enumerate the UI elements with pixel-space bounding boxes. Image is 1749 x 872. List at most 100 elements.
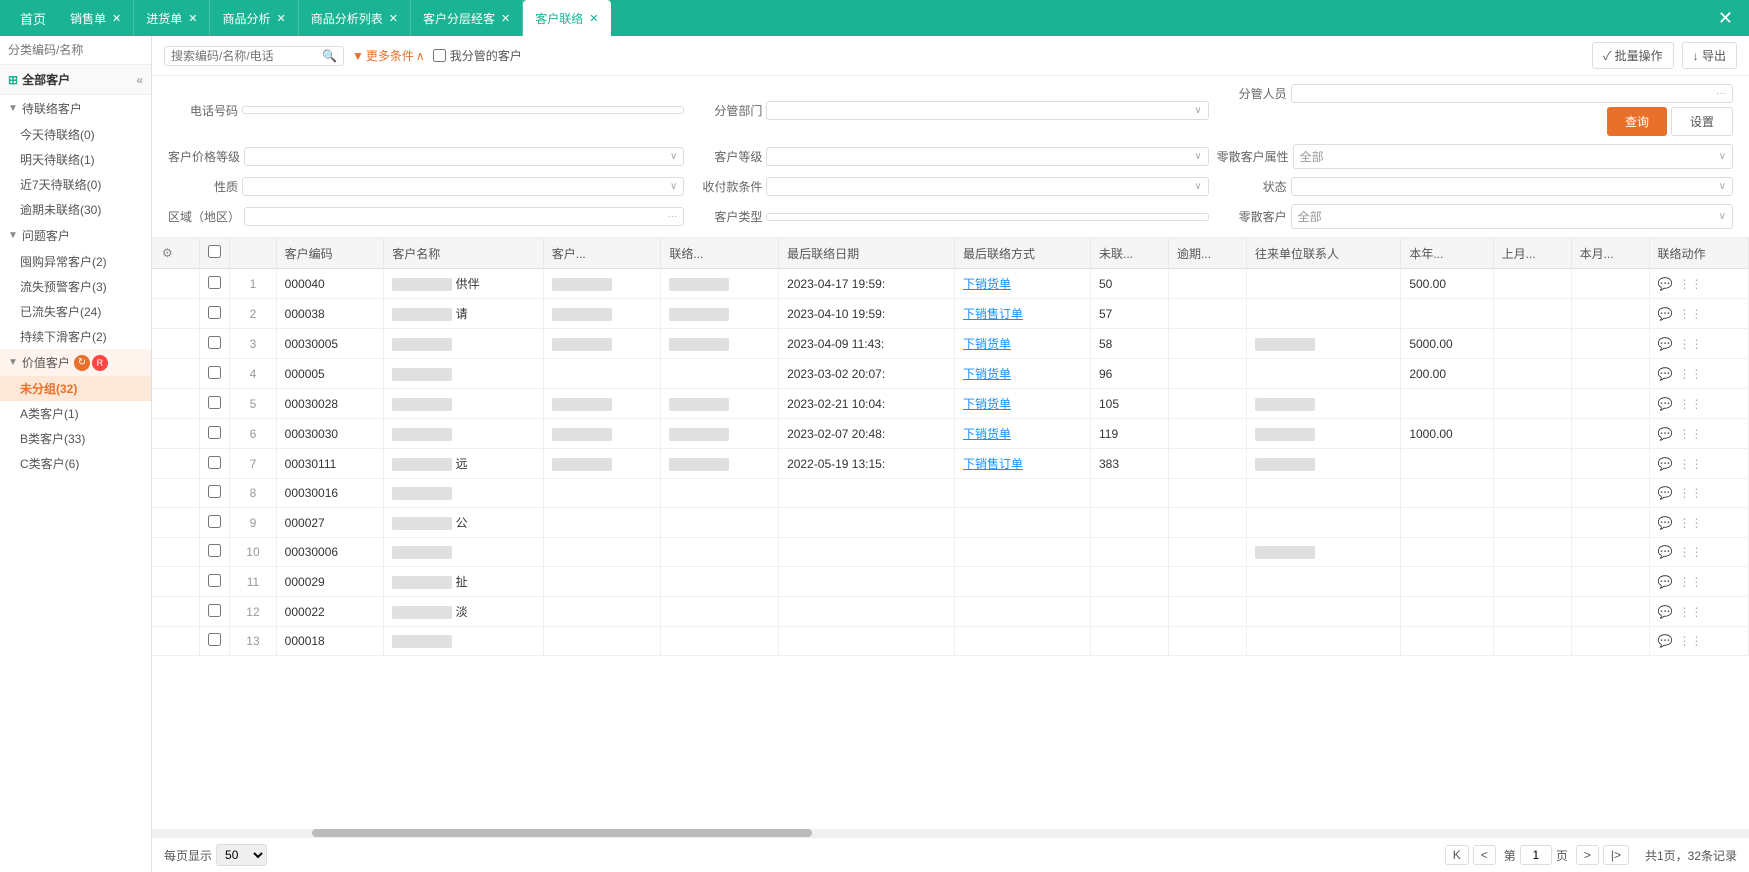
last-method-link[interactable]: 下销售订单 bbox=[963, 457, 1023, 471]
row-checkbox[interactable] bbox=[208, 276, 221, 289]
sidebar-item-tomorrow-pending[interactable]: 明天待联络(1) bbox=[0, 147, 151, 172]
my-customers-check[interactable] bbox=[433, 49, 446, 62]
filter-phone-field[interactable] bbox=[242, 106, 684, 114]
contact-action-icon[interactable]: 💬 bbox=[1658, 457, 1673, 471]
row-checkbox-cell[interactable] bbox=[200, 567, 230, 597]
first-page-btn[interactable]: K bbox=[1445, 845, 1469, 865]
prev-page-btn[interactable]: < bbox=[1473, 845, 1496, 865]
row-checkbox[interactable] bbox=[208, 366, 221, 379]
nav-home[interactable]: 首页 bbox=[8, 9, 58, 28]
query-btn[interactable]: 查询 bbox=[1607, 107, 1667, 136]
window-close-button[interactable]: ✕ bbox=[1710, 8, 1741, 29]
filter-person-field[interactable]: ··· bbox=[1291, 84, 1733, 103]
select-all-checkbox[interactable] bbox=[208, 245, 221, 258]
row-checkbox[interactable] bbox=[208, 456, 221, 469]
contact-action-icon[interactable]: 💬 bbox=[1658, 337, 1673, 351]
nav-tab-analysis[interactable]: 商品分析 ✕ bbox=[210, 0, 298, 36]
contact-action-icon[interactable]: 💬 bbox=[1658, 605, 1673, 619]
row-checkbox[interactable] bbox=[208, 544, 221, 557]
row-checkbox-cell[interactable] bbox=[200, 479, 230, 508]
row-checkbox[interactable] bbox=[208, 515, 221, 528]
nav-tab-customer-tier[interactable]: 客户分层经客 ✕ bbox=[411, 0, 523, 36]
last-method-link[interactable]: 下销售订单 bbox=[963, 307, 1023, 321]
sidebar-group-value-header[interactable]: ▼ 价值客户 ↻ R bbox=[0, 349, 151, 376]
filter-price-field[interactable]: ∨ bbox=[244, 147, 684, 166]
contact-action-icon[interactable]: 💬 bbox=[1658, 367, 1673, 381]
more-action-icon[interactable]: ⋮⋮ bbox=[1679, 634, 1703, 648]
row-checkbox[interactable] bbox=[208, 633, 221, 646]
batch-operation-btn[interactable]: ✓ 批量操作 bbox=[1592, 42, 1674, 69]
horizontal-scrollbar[interactable] bbox=[152, 829, 1749, 837]
more-action-icon[interactable]: ⋮⋮ bbox=[1679, 545, 1703, 559]
row-checkbox-cell[interactable] bbox=[200, 627, 230, 656]
row-checkbox-cell[interactable] bbox=[200, 299, 230, 329]
nav-tab-analysis-list[interactable]: 商品分析列表 ✕ bbox=[299, 0, 411, 36]
row-checkbox-cell[interactable] bbox=[200, 538, 230, 567]
collapse-icon[interactable]: « bbox=[136, 73, 143, 87]
contact-action-icon[interactable]: 💬 bbox=[1658, 516, 1673, 530]
per-page-select[interactable]: 50 100 200 bbox=[216, 844, 267, 866]
close-analysis-tab[interactable]: ✕ bbox=[277, 12, 286, 25]
close-analysis-list-tab[interactable]: ✕ bbox=[389, 12, 398, 25]
sidebar-item-class-c[interactable]: C类客户(6) bbox=[0, 451, 151, 476]
contact-action-icon[interactable]: 💬 bbox=[1658, 427, 1673, 441]
filter-search-input[interactable] bbox=[171, 49, 322, 63]
last-method-link[interactable]: 下销货单 bbox=[963, 337, 1011, 351]
filter-payment-field[interactable]: ∨ bbox=[766, 177, 1208, 196]
gear-btn[interactable]: ⚙ bbox=[160, 244, 175, 262]
more-action-icon[interactable]: ⋮⋮ bbox=[1679, 397, 1703, 411]
close-sales-tab[interactable]: ✕ bbox=[112, 12, 121, 25]
row-checkbox[interactable] bbox=[208, 604, 221, 617]
my-customers-checkbox[interactable]: 我分管的客户 bbox=[433, 47, 522, 64]
row-checkbox-cell[interactable] bbox=[200, 269, 230, 299]
row-checkbox-cell[interactable] bbox=[200, 359, 230, 389]
sidebar-item-class-a[interactable]: A类客户(1) bbox=[0, 401, 151, 426]
contact-action-icon[interactable]: 💬 bbox=[1658, 277, 1673, 291]
customer-code-col-header[interactable]: 客户编码 bbox=[276, 238, 384, 269]
page-input[interactable] bbox=[1520, 845, 1552, 865]
sidebar-item-abnormal[interactable]: 囤购异常客户(2) bbox=[0, 249, 151, 274]
close-tier-tab[interactable]: ✕ bbox=[501, 12, 510, 25]
contact-action-icon[interactable]: 💬 bbox=[1658, 307, 1673, 321]
next-page-btn[interactable]: > bbox=[1576, 845, 1599, 865]
sidebar-search-input[interactable] bbox=[8, 43, 152, 57]
last-page-btn[interactable]: |> bbox=[1603, 845, 1629, 865]
sidebar-item-class-b[interactable]: B类客户(33) bbox=[0, 426, 151, 451]
row-checkbox-cell[interactable] bbox=[200, 508, 230, 538]
select-all-col[interactable] bbox=[200, 238, 230, 269]
last-method-link[interactable]: 下销货单 bbox=[963, 367, 1011, 381]
more-action-icon[interactable]: ⋮⋮ bbox=[1679, 516, 1703, 530]
row-checkbox[interactable] bbox=[208, 426, 221, 439]
last-method-link[interactable]: 下销货单 bbox=[963, 427, 1011, 441]
filter-status-field[interactable]: ∨ bbox=[1291, 177, 1733, 196]
contact-action-icon[interactable]: 💬 bbox=[1658, 397, 1673, 411]
sidebar-item-7days-pending[interactable]: 近7天待联络(0) bbox=[0, 172, 151, 197]
contact-action-icon[interactable]: 💬 bbox=[1658, 575, 1673, 589]
row-checkbox[interactable] bbox=[208, 336, 221, 349]
sidebar-group-pending-header[interactable]: ▼ 待联络客户 bbox=[0, 95, 151, 122]
more-action-icon[interactable]: ⋮⋮ bbox=[1679, 367, 1703, 381]
filter-region-field[interactable]: ··· bbox=[244, 207, 684, 226]
filter-scattered-attr-field[interactable]: 全部 ∨ bbox=[1293, 144, 1733, 169]
row-checkbox-cell[interactable] bbox=[200, 329, 230, 359]
sidebar-item-unclassified[interactable]: 未分组(32) bbox=[0, 376, 151, 401]
filter-search-icon[interactable]: 🔍 bbox=[322, 49, 337, 63]
filter-level-field[interactable]: ∨ bbox=[766, 147, 1208, 166]
more-action-icon[interactable]: ⋮⋮ bbox=[1679, 337, 1703, 351]
more-action-icon[interactable]: ⋮⋮ bbox=[1679, 486, 1703, 500]
sidebar-item-overdue-pending[interactable]: 逾期未联络(30) bbox=[0, 197, 151, 222]
filter-dept-field[interactable]: ∨ bbox=[766, 101, 1208, 120]
row-checkbox[interactable] bbox=[208, 396, 221, 409]
more-action-icon[interactable]: ⋮⋮ bbox=[1679, 457, 1703, 471]
reset-btn[interactable]: 设置 bbox=[1671, 107, 1733, 136]
more-action-icon[interactable]: ⋮⋮ bbox=[1679, 605, 1703, 619]
settings-col-header[interactable]: ⚙ bbox=[152, 238, 200, 269]
nav-tab-customer-contact[interactable]: 客户联络 ✕ bbox=[523, 0, 611, 36]
filter-nature-field[interactable]: ∨ bbox=[242, 177, 684, 196]
more-action-icon[interactable]: ⋮⋮ bbox=[1679, 575, 1703, 589]
scroll-thumb[interactable] bbox=[312, 829, 812, 837]
sidebar-item-today-pending[interactable]: 今天待联络(0) bbox=[0, 122, 151, 147]
row-checkbox-cell[interactable] bbox=[200, 449, 230, 479]
more-conditions-btn[interactable]: ▼ 更多条件 ∧ bbox=[352, 47, 425, 64]
last-contact-date-col-header[interactable]: 最后联络日期 bbox=[779, 238, 955, 269]
